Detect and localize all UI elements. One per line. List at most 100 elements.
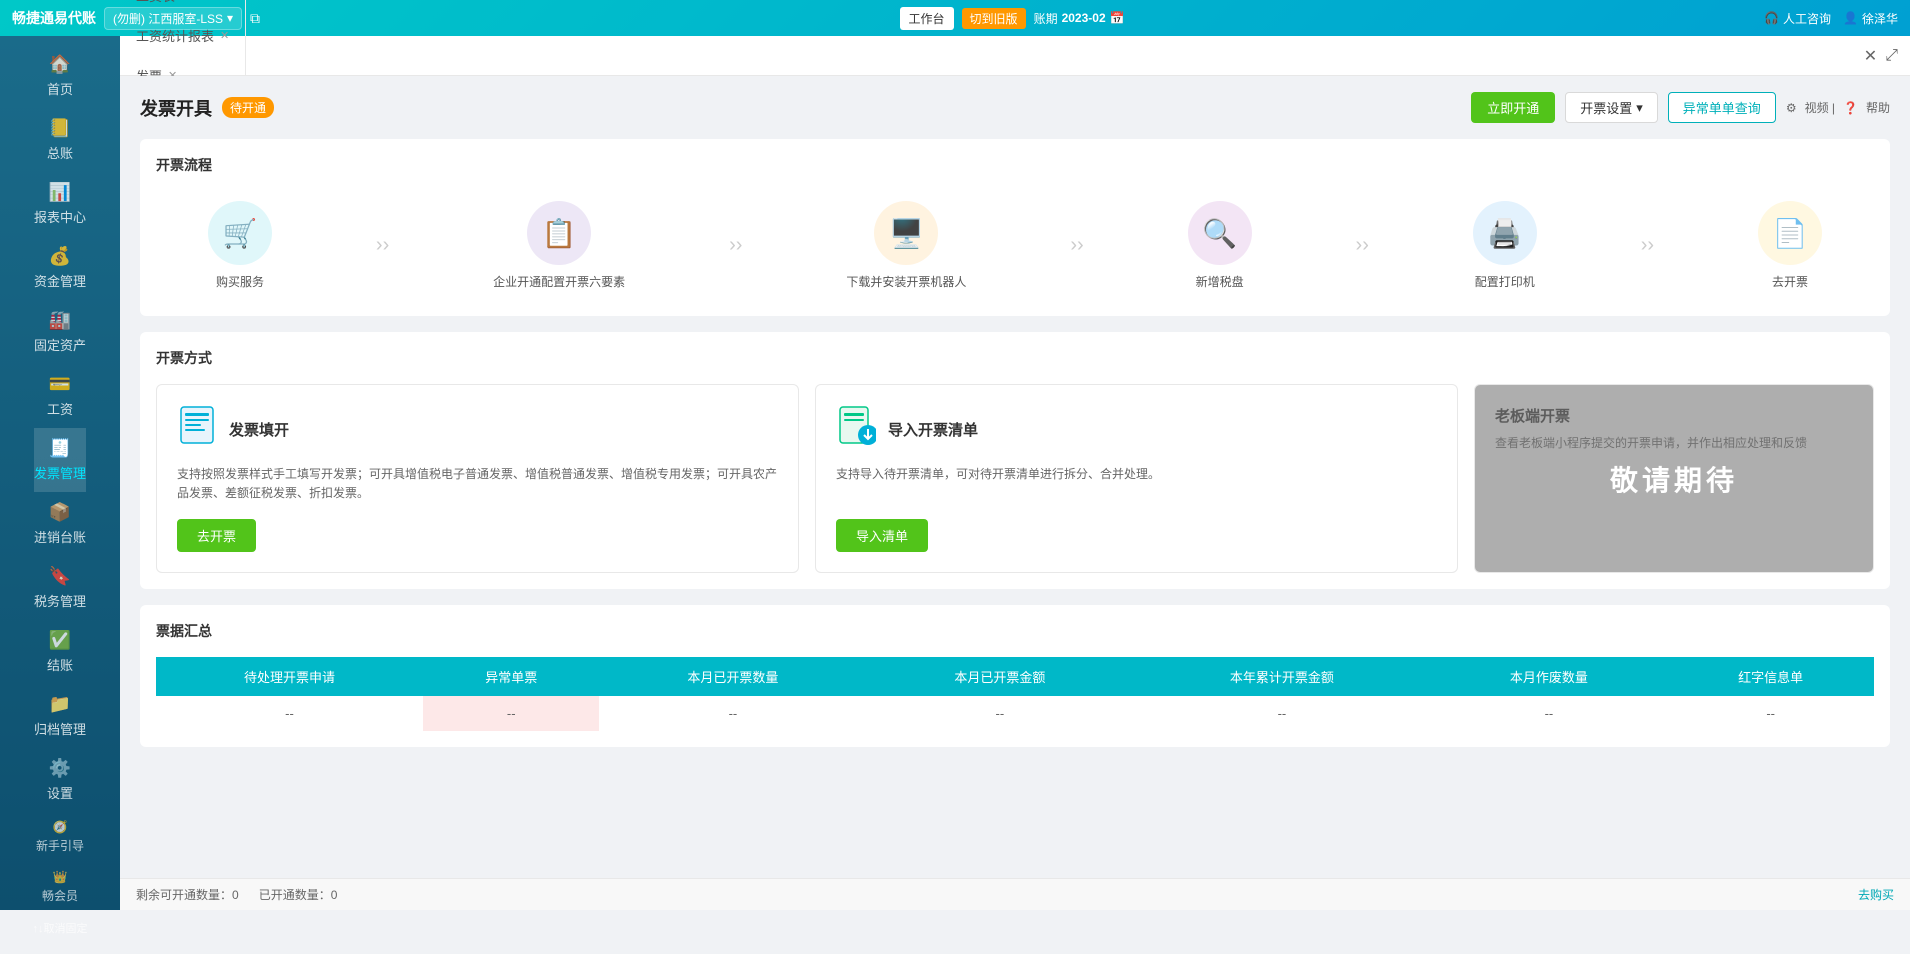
close-all-tabs-button[interactable]: ✕ (1864, 46, 1877, 66)
summary-col-header: 异常单票 (423, 657, 599, 696)
sidebar-label-payroll: 工资 (47, 399, 73, 418)
sidebar-bottom-member-label: 畅会员 (42, 887, 78, 904)
step-label-step6: 去开票 (1772, 273, 1808, 290)
sidebar-item-assets[interactable]: 🏭 固定资产 (34, 300, 86, 364)
home-icon: 🏠 (49, 54, 71, 75)
sidebar-label-archive: 归档管理 (34, 719, 86, 738)
fill-icon (177, 405, 217, 453)
remaining-label: 剩余可开通数量：0 (136, 886, 239, 903)
sidebar-label-settle: 结账 (47, 655, 73, 674)
step-label-step1: 购买服务 (216, 273, 264, 290)
sidebar-item-purchase-sales[interactable]: 📦 进销台账 (34, 492, 86, 556)
period-selector[interactable]: 账期 2023-02 📅 (1034, 10, 1125, 27)
calendar-icon: 📅 (1110, 11, 1125, 25)
sidebar-pin[interactable]: ↑↓取消固定 (0, 912, 120, 944)
headset-icon: 🎧 (1764, 11, 1779, 25)
boss-overlay: 敬请期待 (1475, 385, 1873, 572)
sidebar-item-settings[interactable]: ⚙️ 设置 (34, 748, 86, 812)
sidebar-item-member[interactable]: 👑 畅会员 (0, 862, 120, 912)
step-label-step3: 下载并安装开票机器人 (846, 273, 966, 290)
reports-icon: 📊 (49, 182, 71, 203)
summary-section-title: 票据汇总 (156, 621, 1874, 641)
sidebar-item-tax[interactable]: 🔖 税务管理 (34, 556, 86, 620)
tab-payroll[interactable]: 工资表✕ (120, 0, 246, 16)
sidebar-item-guide[interactable]: 🧭 新手引导 (0, 812, 120, 862)
archive-icon: 📁 (49, 694, 71, 715)
step-icon-step2: 📋 (542, 217, 577, 250)
fill-card-desc: 支持按照发票样式手工填写开发票；可开具增值税电子普通发票、增值税普通发票、增值税… (177, 465, 778, 503)
top-bar: 畅捷通易代账 (勿删) 江西服室-LSS ▾ ⧉ 工作台 切到旧版 账期 202… (0, 0, 1910, 36)
sidebar-items: 🏠 首页 📒 总账 📊 报表中心 💰 资金管理 🏭 固定资产 💳 工资 🧾 发票… (34, 44, 86, 812)
summary-section: 票据汇总 待处理开票申请异常单票本月已开票数量本月已开票金额本年累计开票金额本月… (140, 605, 1890, 747)
sidebar-label-tax: 税务管理 (34, 591, 86, 610)
step-icon-step4: 🔍 (1202, 217, 1237, 250)
query-button[interactable]: 异常单单查询 (1668, 92, 1776, 123)
opened-label: 已开通数量：0 (259, 886, 338, 903)
summary-col-header: 本月已开票数量 (599, 657, 866, 696)
step-icon-step3: 🖥️ (889, 217, 924, 250)
main-layout: 🏠 首页 📒 总账 📊 报表中心 💰 资金管理 🏭 固定资产 💳 工资 🧾 发票… (0, 36, 1910, 910)
flow-arrow-0: ›› (376, 234, 389, 257)
tab-close-payroll-report[interactable]: ✕ (220, 29, 229, 42)
service-button[interactable]: 🎧 人工咨询 (1764, 10, 1831, 27)
user-name: 徐泽华 (1862, 10, 1898, 27)
sidebar-label-ledger: 总账 (47, 143, 73, 162)
top-bar-mid: 工作台 切到旧版 账期 2023-02 📅 (900, 7, 1125, 30)
import-card-button[interactable]: 导入清单 (836, 519, 928, 552)
restore-icon[interactable]: ⤢ (1885, 47, 1898, 65)
page-title-wrap: 发票开具 待开通 (140, 95, 274, 121)
status-badge: 待开通 (222, 97, 274, 118)
open-now-button[interactable]: 立即开通 (1471, 92, 1555, 123)
ticket-card-import-header: 导入开票清单 (836, 405, 1437, 453)
import-card-desc: 支持导入待开票清单，可对待开票清单进行拆分、合并处理。 (836, 465, 1437, 503)
flow-steps: 🛒 购买服务 ›› 📋 企业开通配置开票六要素 ›› 🖥️ 下载并安装开票机器人… (156, 191, 1874, 300)
settings-button[interactable]: 开票设置 ▾ (1565, 92, 1658, 123)
flow-arrow-2: ›› (1070, 234, 1083, 257)
sidebar-item-payroll[interactable]: 💳 工资 (34, 364, 86, 428)
flow-step-step1: 🛒 购买服务 (208, 201, 272, 290)
payroll-icon: 💳 (49, 374, 71, 395)
tab-close-payroll[interactable]: ✕ (181, 0, 190, 2)
sidebar-item-ledger[interactable]: 📒 总账 (34, 108, 86, 172)
sidebar-item-invoice-mgmt[interactable]: 🧾 发票管理 (34, 428, 86, 492)
sidebar-item-reports[interactable]: 📊 报表中心 (34, 172, 86, 236)
switch-version-button[interactable]: 切到旧版 (962, 8, 1026, 29)
help-icon: ❓ (1843, 101, 1858, 115)
methods-section-title: 开票方式 (156, 348, 1874, 368)
guide-icon: 🧭 (53, 820, 68, 834)
header-help: ⚙ 视频 | ❓ 帮助 (1786, 99, 1890, 116)
ticket-methods: 发票填开 支持按照发票样式手工填写开发票；可开具增值税电子普通发票、增值税普通发… (156, 384, 1874, 573)
sidebar-item-home[interactable]: 🏠 首页 (34, 44, 86, 108)
invoice-mgmt-icon: 🧾 (49, 438, 71, 459)
sidebar-label-purchase-sales: 进销台账 (34, 527, 86, 546)
ticket-card-boss: 老板端开票 查看老板端小程序提交的开票申请，并作出相应处理和反馈 敬请期待 (1474, 384, 1874, 573)
tab-payroll-report[interactable]: 工资统计报表✕ (120, 16, 246, 56)
import-card-title: 导入开票清单 (888, 419, 978, 440)
buy-link[interactable]: 去购买 (1858, 886, 1894, 903)
page-content: 发票开具 待开通 立即开通 开票设置 ▾ 异常单单查询 ⚙ 视频 | ❓ 帮助 (120, 76, 1910, 878)
fill-card-title: 发票填开 (229, 419, 289, 440)
user-menu[interactable]: 👤 徐泽华 (1843, 10, 1898, 27)
sidebar-bottom-guide-label: 新手引导 (36, 837, 84, 854)
period-value: 2023-02 (1062, 11, 1106, 25)
step-circle-step1: 🛒 (208, 201, 272, 265)
flow-step-step3: 🖥️ 下载并安装开票机器人 (846, 201, 966, 290)
sidebar: 🏠 首页 📒 总账 📊 报表中心 💰 资金管理 🏭 固定资产 💳 工资 🧾 发票… (0, 36, 120, 910)
copy-icon[interactable]: ⧉ (250, 10, 260, 27)
step-circle-step6: 📄 (1758, 201, 1822, 265)
chevron-settings-icon: ▾ (1636, 100, 1643, 116)
summary-table-body: -------------- (156, 696, 1874, 731)
tax-icon: 🔖 (49, 566, 71, 587)
period-label: 账期 (1034, 10, 1058, 27)
workbench-button[interactable]: 工作台 (900, 7, 954, 30)
fill-card-button[interactable]: 去开票 (177, 519, 256, 552)
flow-arrow-1: ›› (729, 234, 742, 257)
coming-soon-label: 敬请期待 (1610, 459, 1738, 499)
sidebar-item-settle[interactable]: ✅ 结账 (34, 620, 86, 684)
summary-col-header: 本年累计开票金额 (1133, 657, 1430, 696)
step-circle-step4: 🔍 (1188, 201, 1252, 265)
summary-col-header: 红字信息单 (1667, 657, 1874, 696)
sidebar-item-funds[interactable]: 💰 资金管理 (34, 236, 86, 300)
sidebar-item-archive[interactable]: 📁 归档管理 (34, 684, 86, 748)
step-label-step4: 新增税盘 (1196, 273, 1244, 290)
